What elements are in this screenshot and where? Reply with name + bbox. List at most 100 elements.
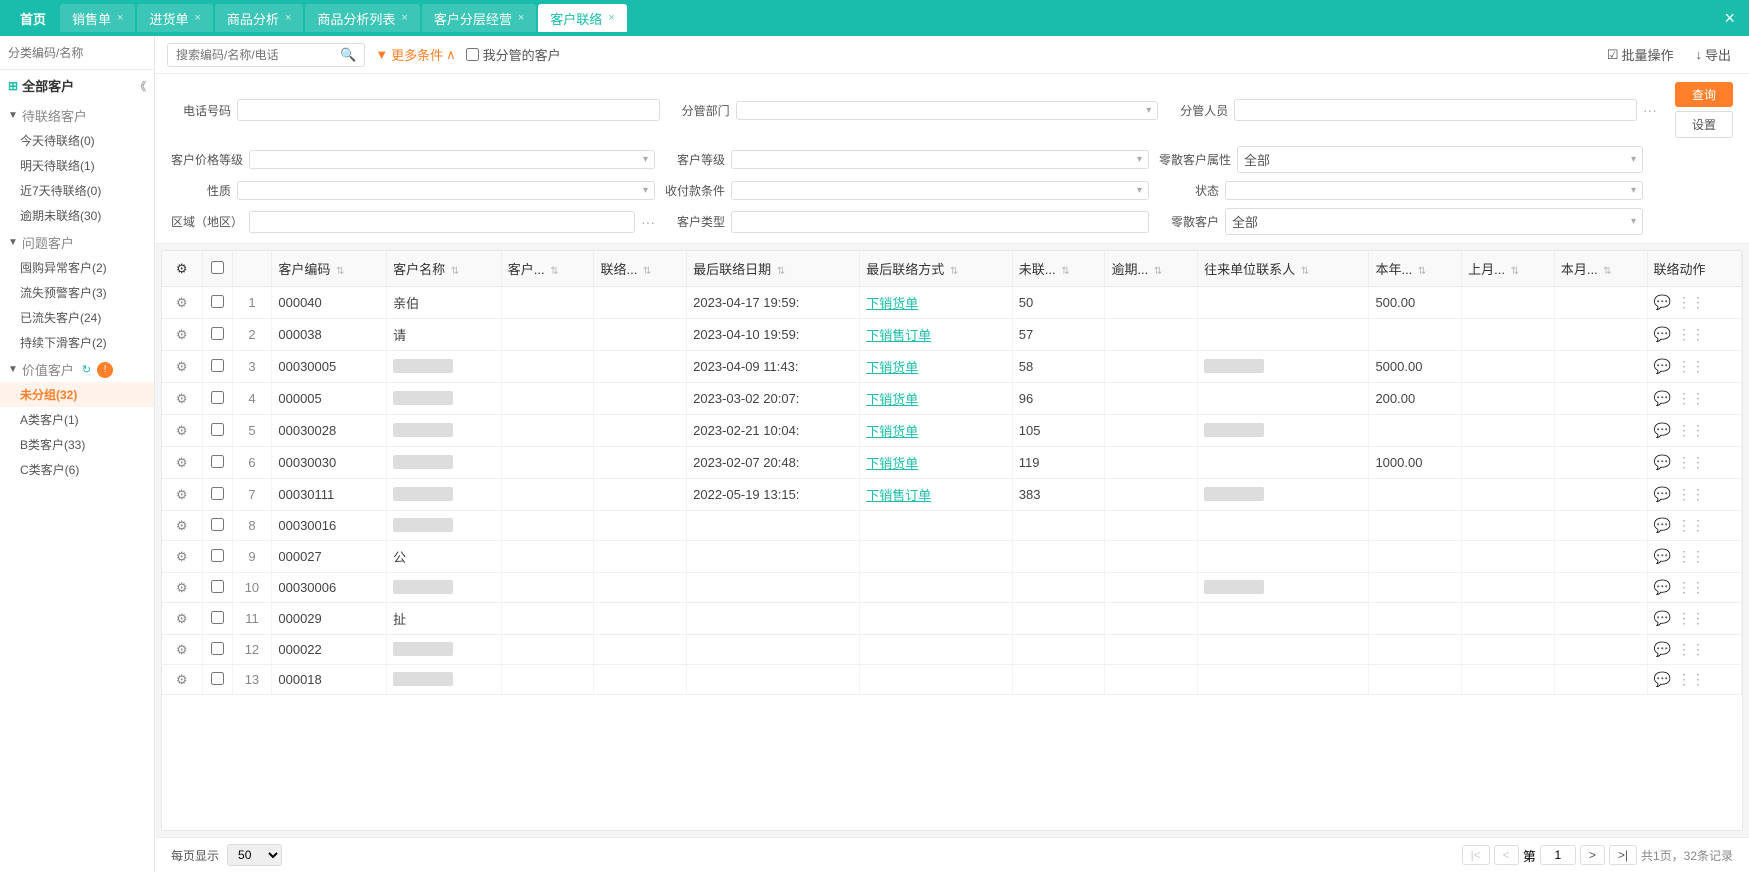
col-gear[interactable]: ⚙ — [162, 251, 202, 287]
sidebar-item-declining[interactable]: 持续下滑客户(2) — [0, 330, 154, 355]
query-button[interactable]: 查询 — [1675, 82, 1733, 107]
contact-type-link[interactable]: 下销售订单 — [866, 488, 931, 503]
cell-gear[interactable]: ⚙ — [162, 541, 202, 573]
col-last-month[interactable]: 上月... ⇅ — [1462, 251, 1555, 287]
filter-region-dots[interactable]: ··· — [641, 214, 655, 230]
page-last-btn[interactable]: >| — [1609, 845, 1637, 865]
contact-type-link[interactable]: 下销售订单 — [866, 328, 931, 343]
row-checkbox[interactable] — [211, 423, 224, 436]
sidebar-item-7day-pending[interactable]: 近7天待联络(0) — [0, 178, 154, 203]
action-chat-icon[interactable]: 💬 — [1654, 422, 1671, 439]
sidebar-group-problem[interactable]: ▼ 问题客户 — [0, 228, 154, 255]
action-chat-icon[interactable]: 💬 — [1654, 548, 1671, 565]
cell-gear[interactable]: ⚙ — [162, 351, 202, 383]
filter-more-conditions[interactable]: ▼ 更多条件 ∧ — [375, 45, 455, 64]
action-more-icon[interactable]: ⋮⋮ — [1677, 579, 1705, 596]
contact-type-link[interactable]: 下销货单 — [866, 424, 918, 439]
row-checkbox[interactable] — [211, 487, 224, 500]
batch-operation-btn[interactable]: ☑ 批量操作 — [1601, 42, 1680, 67]
cell-gear[interactable]: ⚙ — [162, 447, 202, 479]
window-close-button[interactable]: × — [1718, 8, 1741, 29]
cell-gear[interactable]: ⚙ — [162, 603, 202, 635]
filter-search-input[interactable] — [176, 48, 336, 62]
action-more-icon[interactable]: ⋮⋮ — [1677, 517, 1705, 534]
col-type[interactable]: 客户... ⇅ — [501, 251, 594, 287]
page-prev-btn[interactable]: < — [1494, 845, 1519, 865]
sidebar-search-input[interactable] — [8, 46, 155, 60]
row-checkbox[interactable] — [211, 549, 224, 562]
sidebar-item-overdue-contact[interactable]: 逾期未联络(30) — [0, 203, 154, 228]
tab-product-analysis-close[interactable]: × — [285, 12, 291, 24]
my-customer-checkbox[interactable] — [466, 48, 479, 61]
contact-type-link[interactable]: 下销货单 — [866, 296, 918, 311]
action-chat-icon[interactable]: 💬 — [1654, 610, 1671, 627]
cell-gear[interactable]: ⚙ — [162, 573, 202, 603]
tab-purchase[interactable]: 进货单 × — [137, 4, 212, 32]
action-more-icon[interactable]: ⋮⋮ — [1677, 486, 1705, 503]
cell-gear[interactable]: ⚙ — [162, 287, 202, 319]
tab-customer-segment[interactable]: 客户分层经营 × — [422, 4, 536, 32]
action-chat-icon[interactable]: 💬 — [1654, 390, 1671, 407]
tab-purchase-close[interactable]: × — [194, 12, 200, 24]
sidebar-item-class-c[interactable]: C类客户(6) — [0, 457, 154, 482]
filter-search-icon[interactable]: 🔍 — [340, 47, 356, 63]
page-next-btn[interactable]: > — [1580, 845, 1605, 865]
row-checkbox[interactable] — [211, 327, 224, 340]
action-more-icon[interactable]: ⋮⋮ — [1677, 671, 1705, 688]
col-uncontacted[interactable]: 未联... ⇅ — [1012, 251, 1105, 287]
cell-gear[interactable]: ⚙ — [162, 665, 202, 695]
action-chat-icon[interactable]: 💬 — [1654, 358, 1671, 375]
sidebar-group-value[interactable]: ▼ 价值客户 ↻ ! — [0, 355, 154, 382]
action-more-icon[interactable]: ⋮⋮ — [1677, 326, 1705, 343]
cell-gear[interactable]: ⚙ — [162, 635, 202, 665]
page-first-btn[interactable]: |< — [1462, 845, 1490, 865]
action-chat-icon[interactable]: 💬 — [1654, 294, 1671, 311]
col-this-year[interactable]: 本年... ⇅ — [1369, 251, 1462, 287]
contact-type-link[interactable]: 下销货单 — [866, 456, 918, 471]
row-checkbox[interactable] — [211, 642, 224, 655]
row-checkbox[interactable] — [211, 518, 224, 531]
row-checkbox[interactable] — [211, 295, 224, 308]
action-more-icon[interactable]: ⋮⋮ — [1677, 390, 1705, 407]
sidebar-group-pending[interactable]: ▼ 待联络客户 — [0, 101, 154, 128]
filter-payment-select[interactable]: ▾ — [731, 181, 1149, 200]
page-input[interactable] — [1540, 845, 1576, 865]
cell-gear[interactable]: ⚙ — [162, 383, 202, 415]
export-btn[interactable]: ↓ 导出 — [1689, 42, 1737, 67]
sidebar-item-class-b[interactable]: B类客户(33) — [0, 432, 154, 457]
tab-customer-contact-close[interactable]: × — [608, 12, 614, 24]
filter-person-input[interactable] — [1234, 99, 1637, 121]
col-code[interactable]: 客户编码 ⇅ — [272, 251, 387, 287]
row-checkbox[interactable] — [211, 391, 224, 404]
sidebar-item-tomorrow-pending[interactable]: 明天待联络(1) — [0, 153, 154, 178]
row-checkbox[interactable] — [211, 580, 224, 593]
action-more-icon[interactable]: ⋮⋮ — [1677, 641, 1705, 658]
cell-gear[interactable]: ⚙ — [162, 511, 202, 541]
sidebar-collapse-icon[interactable]: 《 — [135, 78, 146, 94]
filter-person-dots[interactable]: ··· — [1643, 102, 1657, 118]
row-checkbox[interactable] — [211, 611, 224, 624]
refresh-icon[interactable]: ↻ — [82, 363, 91, 376]
action-chat-icon[interactable]: 💬 — [1654, 486, 1671, 503]
tab-product-analysis-list-close[interactable]: × — [401, 12, 407, 24]
action-more-icon[interactable]: ⋮⋮ — [1677, 454, 1705, 471]
filter-status-select[interactable]: ▾ — [1225, 181, 1643, 200]
cell-gear[interactable]: ⚙ — [162, 319, 202, 351]
tab-customer-contact[interactable]: 客户联络 × — [538, 4, 626, 32]
row-checkbox[interactable] — [211, 455, 224, 468]
filter-customer-type-input[interactable] — [731, 211, 1149, 233]
filter-customer-level-select[interactable]: ▾ — [731, 150, 1149, 169]
sidebar-item-churn-warning[interactable]: 流失预警客户(3) — [0, 280, 154, 305]
action-chat-icon[interactable]: 💬 — [1654, 579, 1671, 596]
tab-sales[interactable]: 销售单 × — [60, 4, 135, 32]
tab-sales-close[interactable]: × — [117, 12, 123, 24]
select-all-checkbox[interactable] — [211, 261, 224, 274]
filter-region-input[interactable] — [249, 211, 635, 233]
sidebar-item-ungrouped[interactable]: 未分组(32) — [0, 382, 154, 407]
col-overdue[interactable]: 逾期... ⇅ — [1105, 251, 1198, 287]
col-unit-contact[interactable]: 往来单位联系人 ⇅ — [1198, 251, 1369, 287]
sidebar-all-customers[interactable]: ⊞ 全部客户 《 — [0, 70, 154, 101]
filter-dept-select[interactable]: ▾ — [736, 101, 1159, 120]
tab-customer-segment-close[interactable]: × — [518, 12, 524, 24]
filter-price-level-select[interactable]: ▾ — [249, 150, 655, 169]
